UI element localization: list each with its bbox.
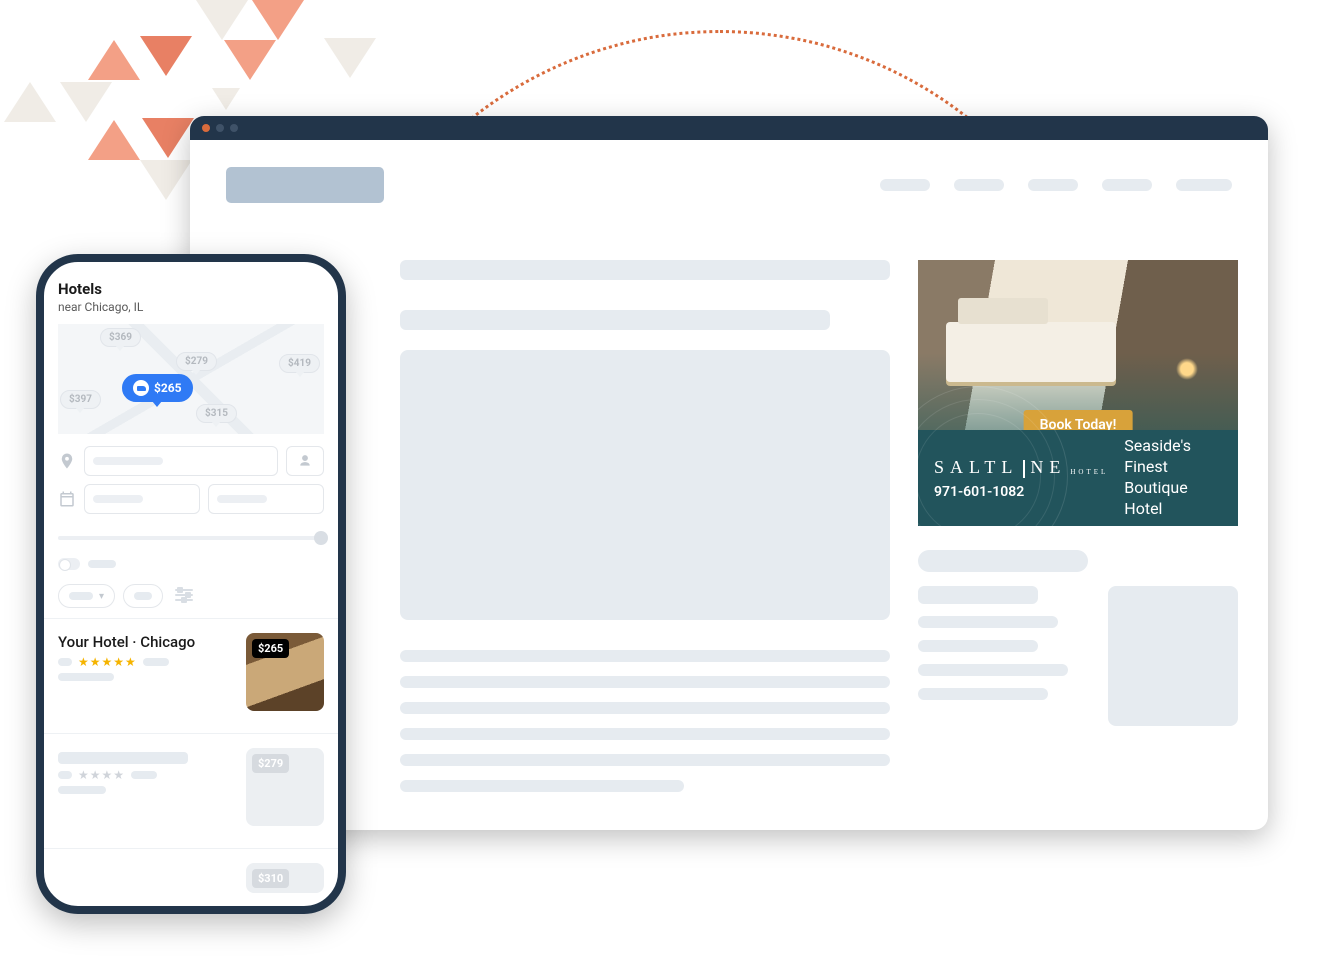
browser-window: Book Today! SALTLNE HOTEL 971-601-1082 S… (190, 116, 1268, 830)
window-dot (216, 124, 224, 132)
price-tag: $279 (252, 754, 289, 773)
bed-icon (133, 380, 149, 396)
filter-chip[interactable] (123, 584, 163, 608)
toggle-label-placeholder (88, 560, 116, 568)
person-icon (298, 454, 312, 468)
location-pin-icon (58, 452, 76, 470)
nav-links (880, 179, 1232, 191)
nav-link-placeholder[interactable] (880, 179, 930, 191)
filter-chip[interactable]: ▾ (58, 584, 115, 608)
window-dot (202, 124, 210, 132)
sidebar-heading-placeholder (918, 550, 1088, 572)
ad-tagline: Seaside's Finest Boutique Hotel (1124, 436, 1222, 519)
sidebar-line-placeholder (918, 640, 1038, 652)
star-rating: ★★★★ (78, 768, 125, 782)
subheading-placeholder (400, 310, 830, 330)
article-main (400, 260, 890, 792)
logo-placeholder (226, 167, 384, 203)
ad-phone: 971-601-1082 (934, 484, 1108, 500)
paragraph-placeholder (400, 650, 890, 792)
checkout-input[interactable] (208, 484, 324, 514)
nav-link-placeholder[interactable] (1176, 179, 1232, 191)
display-ad[interactable]: Book Today! SALTLNE HOTEL 971-601-1082 S… (918, 260, 1238, 526)
hotel-result[interactable]: Your Hotel · Chicago ★★★★★ $265 (58, 629, 324, 723)
price-tag: $310 (252, 869, 289, 888)
hero-image-placeholder (400, 350, 890, 620)
price-tag: $265 (252, 639, 289, 658)
sidebar-image-placeholder (1108, 586, 1238, 726)
nav-link-placeholder[interactable] (1102, 179, 1152, 191)
hotel-thumbnail: $279 (246, 748, 324, 826)
article-sidebar: Book Today! SALTLNE HOTEL 971-601-1082 S… (918, 260, 1238, 792)
hotel-name: Your Hotel · Chicago (58, 633, 236, 651)
calendar-icon (58, 490, 76, 508)
guests-input[interactable] (286, 446, 324, 476)
filter-toggle[interactable] (58, 558, 80, 570)
browser-titlebar (190, 116, 1268, 140)
sidebar-line-placeholder (918, 664, 1068, 676)
sidebar-line-placeholder (918, 586, 1038, 604)
heading-placeholder (400, 260, 890, 280)
nav-link-placeholder[interactable] (954, 179, 1004, 191)
hotel-result[interactable]: ★★★★ $279 (58, 744, 324, 838)
phone-title: Hotels (58, 280, 324, 298)
price-slider[interactable] (58, 536, 324, 540)
map-price-pin[interactable]: $369 (100, 328, 141, 347)
hotel-result[interactable]: $310 (58, 859, 324, 893)
browser-nav (190, 140, 1268, 230)
map-price-pin[interactable]: $419 (279, 354, 320, 373)
map-price-pin[interactable]: $397 (60, 390, 101, 409)
window-dot (230, 124, 238, 132)
map-price-pin[interactable]: $315 (196, 404, 237, 423)
hotel-thumbnail: $310 (246, 863, 324, 893)
filters-icon[interactable] (175, 589, 193, 603)
star-rating: ★★★★★ (78, 655, 137, 669)
map-price-pin[interactable]: $279 (176, 352, 217, 371)
location-input[interactable] (84, 446, 278, 476)
sidebar-line-placeholder (918, 688, 1048, 700)
checkin-input[interactable] (84, 484, 200, 514)
phone-subtitle: near Chicago, IL (58, 300, 324, 314)
phone-mockup: Hotels near Chicago, IL $369 $279 $419 $… (36, 254, 346, 914)
nav-link-placeholder[interactable] (1028, 179, 1078, 191)
sidebar-line-placeholder (918, 616, 1058, 628)
map-price-pin-active[interactable]: $265 (122, 374, 193, 402)
hotel-thumbnail: $265 (246, 633, 324, 711)
map[interactable]: $369 $279 $419 $397 $315 $265 (58, 324, 324, 434)
ad-brand: SALTLNE HOTEL (934, 457, 1108, 478)
